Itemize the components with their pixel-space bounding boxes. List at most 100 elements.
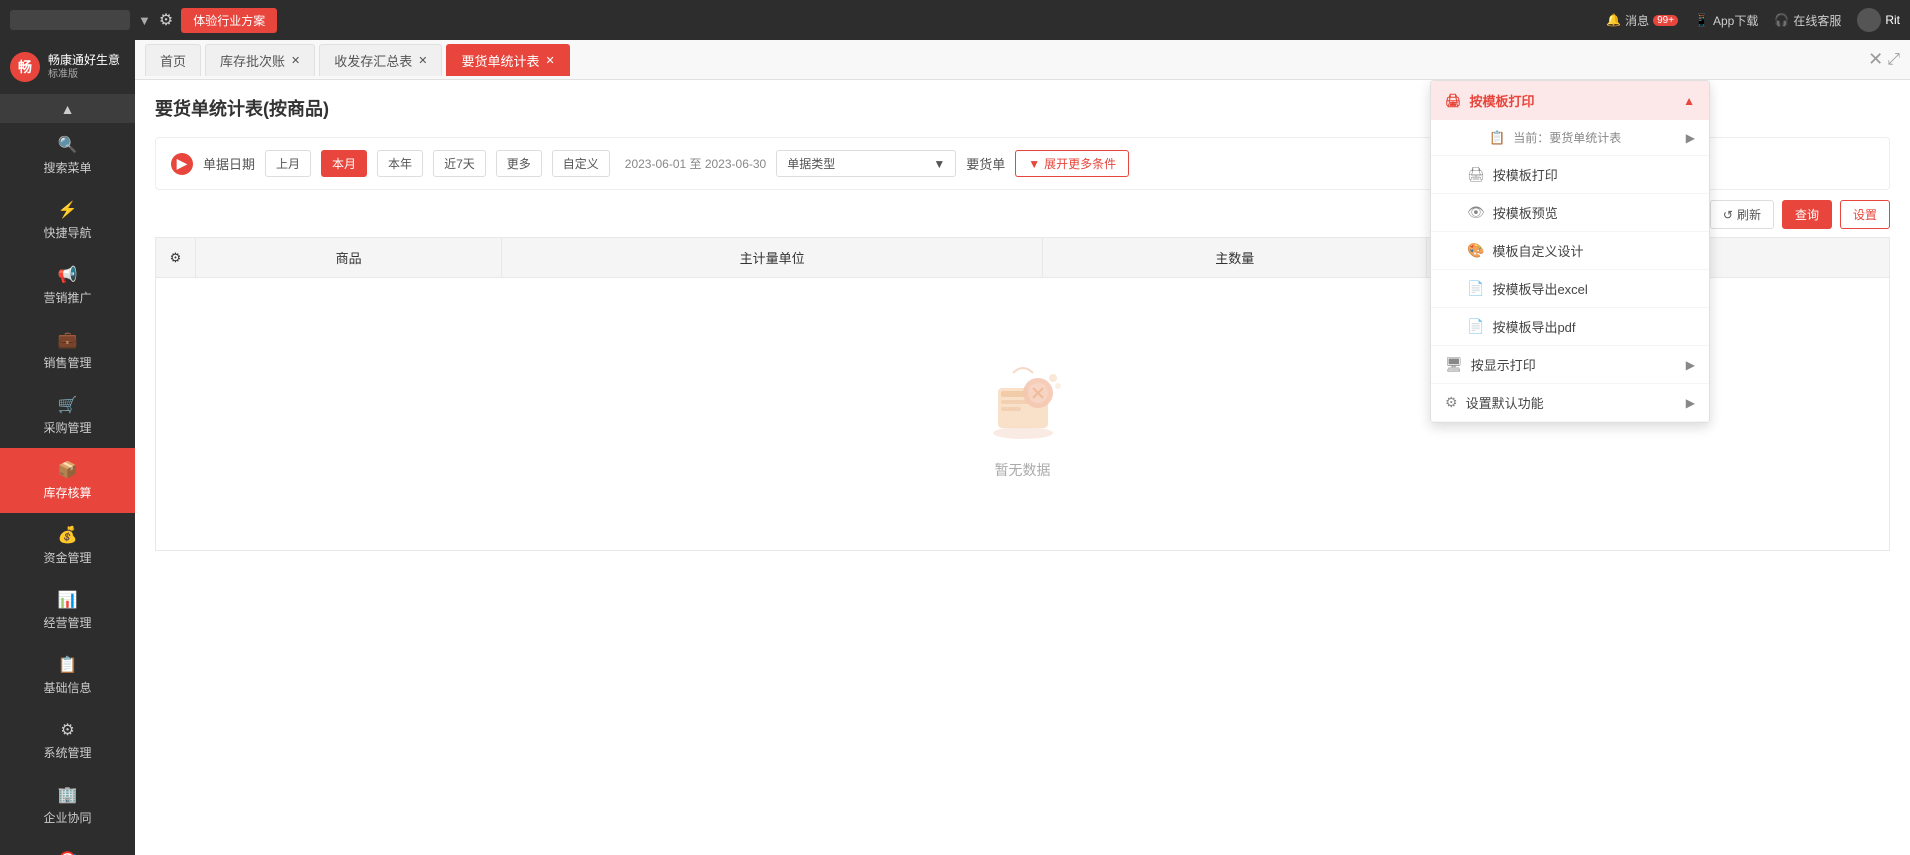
top-bar: ▼ ⚙ 体验行业方案 🔔 消息 99+ 📱 App下载 🎧 在线客服 Rit: [0, 0, 1910, 40]
tab-receivable-summary[interactable]: 收发存汇总表 ✕: [319, 44, 442, 76]
tab-order-stats-close[interactable]: ✕: [546, 54, 555, 67]
tab-inventory-batch-close[interactable]: ✕: [291, 54, 300, 67]
order-type-dropdown-icon: ▼: [933, 157, 945, 171]
display-print-left: 🖥 按显示打印: [1445, 355, 1536, 374]
top-bar-right: 🔔 消息 99+ 📱 App下载 🎧 在线客服 Rit: [1606, 8, 1900, 32]
sidebar-item-system[interactable]: ⚙ 系统管理: [0, 708, 135, 773]
template-excel-label: 按模板导出excel: [1492, 279, 1587, 298]
sidebar-item-marketing[interactable]: 📢 营销推广: [0, 253, 135, 318]
marketing-icon: 📢: [58, 265, 78, 285]
expand-more-conditions-btn[interactable]: ▼ 展开更多条件: [1015, 150, 1129, 177]
set-default-arrow: ▶: [1686, 396, 1695, 410]
tab-bar: 首页 库存批次账 ✕ 收发存汇总表 ✕ 要货单统计表 ✕ ✕ ⤢: [135, 40, 1910, 80]
sidebar-item-basic[interactable]: 📋 基础信息: [0, 643, 135, 708]
sidebar-item-finance[interactable]: 💰 资金管理: [0, 513, 135, 578]
sidebar-item-label: 企业协同: [43, 809, 91, 826]
date-filter-label: 单据日期: [203, 154, 255, 173]
sidebar-item-purchase[interactable]: 🛒 采购管理: [0, 383, 135, 448]
dropdown-item-template-pdf[interactable]: 📄 按模板导出pdf: [1431, 308, 1709, 346]
settings-btn[interactable]: 设置: [1840, 200, 1890, 229]
page-content: 要货单统计表(按商品) ▶ 单据日期 上月 本月 本年 近7天 更多 自定义 2…: [135, 80, 1910, 855]
tab-home-label: 首页: [160, 51, 186, 70]
refresh-btn[interactable]: ↺ 刷新: [1710, 200, 1774, 229]
date-btn-custom[interactable]: 自定义: [552, 150, 610, 177]
sidebar-item-newbie[interactable]: 🎯 新手引导: [0, 838, 135, 855]
tab-inventory-batch[interactable]: 库存批次账 ✕: [205, 44, 315, 76]
date-btn-7days[interactable]: 近7天: [433, 150, 486, 177]
expand-tabs-btn[interactable]: ⤢: [1887, 51, 1900, 69]
col-settings[interactable]: ⚙: [156, 238, 196, 278]
sidebar-item-quick-nav[interactable]: ⚡ 快捷导航: [0, 188, 135, 253]
empty-text: 暂无数据: [995, 460, 1051, 480]
dropdown-arrow-icon[interactable]: ▼: [138, 13, 151, 28]
dropdown-item-template-print[interactable]: 🖨 按模板打印: [1431, 156, 1709, 194]
template-excel-icon: 📄: [1467, 280, 1484, 297]
template-print-icon: 🖨: [1467, 166, 1485, 183]
date-btn-prev-month[interactable]: 上月: [265, 150, 311, 177]
sidebar-item-inventory[interactable]: 📦 库存核算: [0, 448, 135, 513]
current-item-left: 📋 当前：要货单统计表: [1467, 129, 1621, 146]
headset-icon: 🎧: [1774, 13, 1789, 27]
order-type-select[interactable]: 单据类型 ▼: [776, 150, 956, 177]
scroll-up-btn[interactable]: ▲: [0, 95, 135, 123]
tab-order-stats[interactable]: 要货单统计表 ✕: [446, 44, 569, 76]
username: Rit: [1885, 13, 1900, 27]
dropdown-group-set-default[interactable]: ⚙ 设置默认功能 ▶: [1431, 384, 1709, 422]
quick-nav-icon: ⚡: [58, 200, 78, 220]
dropdown-current-template[interactable]: 📋 当前：要货单统计表 ▶: [1431, 120, 1709, 156]
refresh-label: 刷新: [1737, 206, 1761, 223]
order-type-select-label: 单据类型: [787, 155, 835, 172]
tab-order-stats-label: 要货单统计表: [461, 51, 539, 70]
current-template-icon: 📋: [1489, 130, 1505, 146]
trial-btn[interactable]: 体验行业方案: [181, 8, 277, 33]
tab-receivable-summary-label: 收发存汇总表: [334, 51, 412, 70]
filter-expand-btn[interactable]: ▶: [171, 153, 193, 175]
sidebar-item-label: 系统管理: [43, 744, 91, 761]
top-bar-left: ▼ ⚙ 体验行业方案: [10, 8, 1606, 33]
display-print-arrow: ▶: [1686, 358, 1695, 372]
dropdown-item-template-custom[interactable]: 🎨 模板自定义设计: [1431, 232, 1709, 270]
template-print-label: 按模板打印: [1493, 165, 1558, 184]
template-preview-icon: 👁: [1467, 204, 1485, 221]
date-btn-this-year[interactable]: 本年: [377, 150, 423, 177]
date-btn-more[interactable]: 更多: [496, 150, 542, 177]
template-custom-label: 模板自定义设计: [1492, 241, 1583, 260]
dropdown-item-template-excel[interactable]: 📄 按模板导出excel: [1431, 270, 1709, 308]
display-print-label: 按显示打印: [1471, 355, 1536, 374]
set-default-label: 设置默认功能: [1466, 393, 1544, 412]
app-download-btn[interactable]: 📱 App下载: [1694, 12, 1758, 29]
online-service-btn[interactable]: 🎧 在线客服: [1774, 12, 1841, 29]
date-range-display: 2023-06-01 至 2023-06-30: [625, 155, 766, 172]
tab-receivable-summary-close[interactable]: ✕: [418, 54, 427, 67]
sidebar-item-label: 资金管理: [43, 549, 91, 566]
sidebar-item-operation[interactable]: 📊 经营管理: [0, 578, 135, 643]
expand-icon: ▼: [1028, 157, 1040, 171]
search-input[interactable]: [10, 10, 130, 30]
dropdown-group-display-print[interactable]: 🖥 按显示打印 ▶: [1431, 346, 1709, 384]
close-all-tabs-btn[interactable]: ✕: [1868, 49, 1883, 70]
query-btn[interactable]: 查询: [1782, 200, 1832, 229]
gear-icon[interactable]: ⚙: [159, 10, 173, 30]
sidebar-item-label: 快捷导航: [43, 224, 91, 241]
dropdown-collapse-icon[interactable]: ▲: [1683, 94, 1695, 108]
sidebar-item-sales[interactable]: 💼 销售管理: [0, 318, 135, 383]
bell-icon: 🔔: [1606, 13, 1621, 27]
template-pdf-label: 按模板导出pdf: [1492, 317, 1575, 336]
logo-text: 畅康通好生意 标准版: [48, 53, 120, 82]
sidebar-item-label: 采购管理: [43, 419, 91, 436]
messages-btn[interactable]: 🔔 消息 99+: [1606, 12, 1678, 29]
system-icon: ⚙: [60, 720, 74, 740]
sidebar-item-label: 经营管理: [43, 614, 91, 631]
date-btn-this-month[interactable]: 本月: [321, 150, 367, 177]
current-arrow-icon: ▶: [1686, 131, 1695, 145]
user-avatar[interactable]: Rit: [1857, 8, 1900, 32]
dropdown-item-template-preview[interactable]: 👁 按模板预览: [1431, 194, 1709, 232]
search-menu-icon: 🔍: [58, 135, 78, 155]
tab-home[interactable]: 首页: [145, 44, 201, 76]
app-download-label: App下载: [1713, 12, 1758, 29]
sidebar-item-search[interactable]: 🔍 搜索菜单: [0, 123, 135, 188]
dropdown-header[interactable]: 🖨 按模板打印 ▲: [1431, 81, 1709, 120]
sales-icon: 💼: [58, 330, 78, 350]
sidebar-item-enterprise[interactable]: 🏢 企业协同: [0, 773, 135, 838]
template-pdf-icon: 📄: [1467, 318, 1484, 335]
